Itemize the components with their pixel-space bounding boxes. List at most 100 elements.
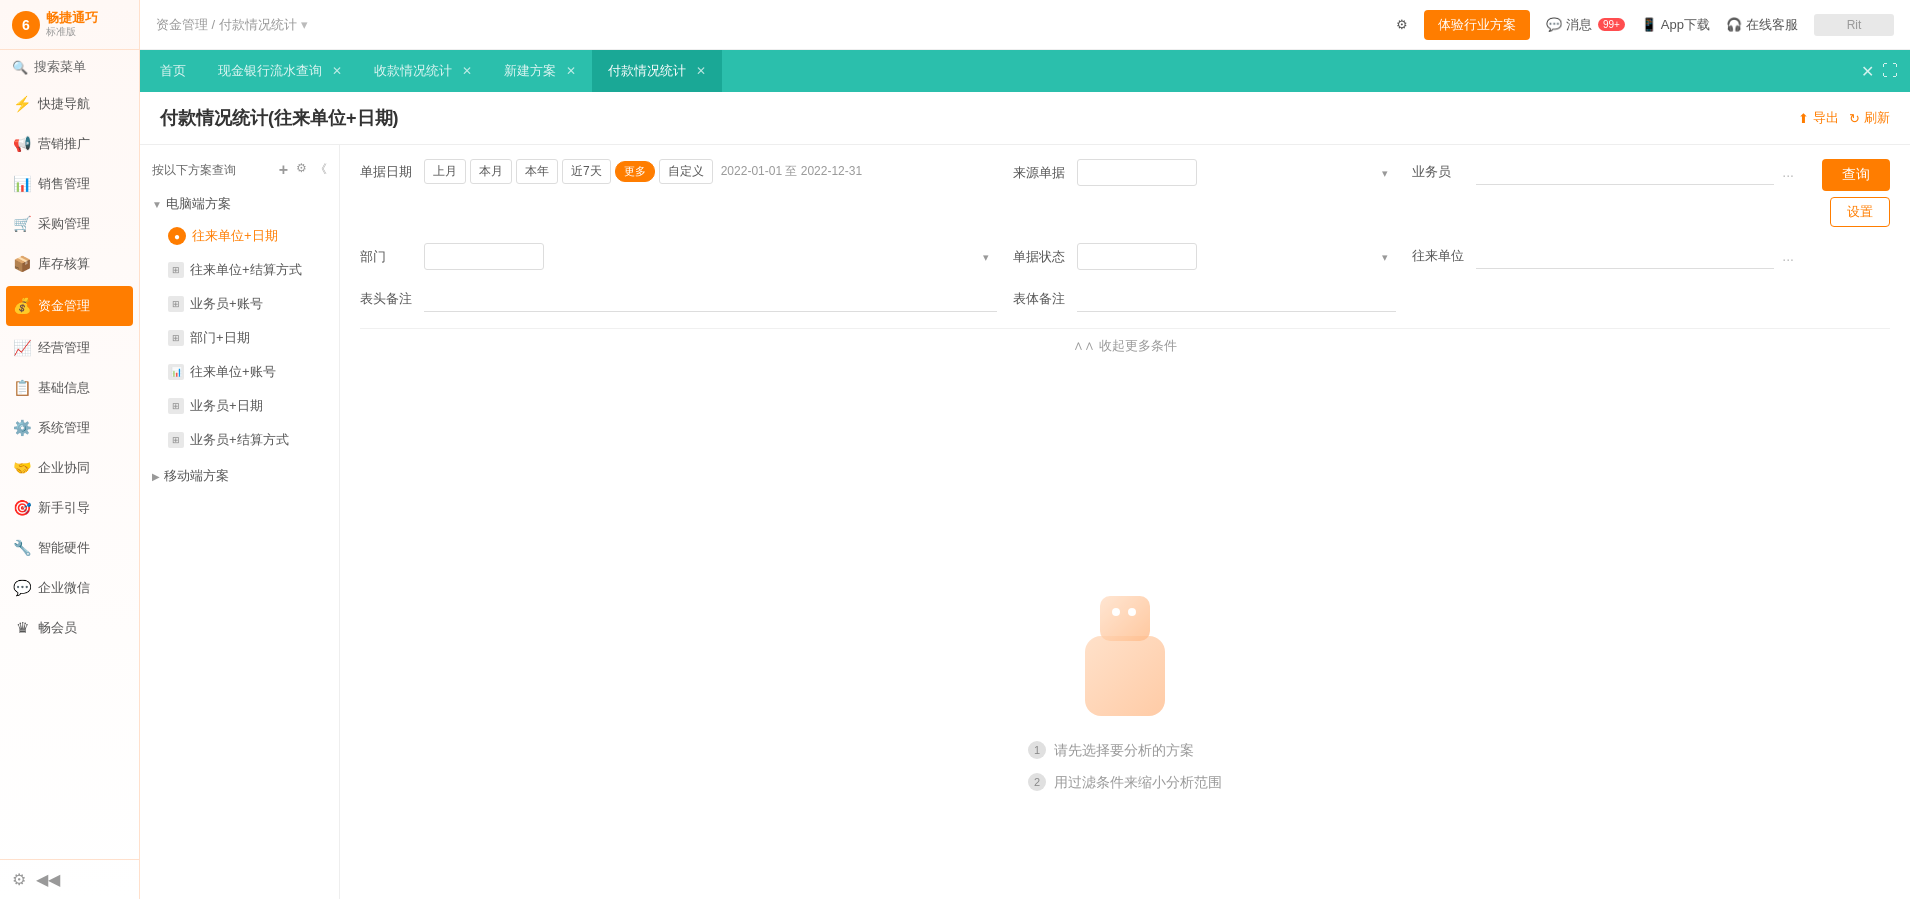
try-industry-btn[interactable]: 体验行业方案: [1424, 10, 1530, 40]
collapse-sidebar-btn[interactable]: ◀◀: [36, 870, 60, 889]
scheme-add-icon[interactable]: +: [279, 161, 288, 179]
tab-receipt-stats-close-icon[interactable]: ✕: [462, 64, 472, 78]
mobile-group-header[interactable]: ▶ 移动端方案: [140, 461, 339, 491]
robot-illustration: [1065, 596, 1185, 716]
dept-label: 部门: [360, 248, 416, 266]
counterpart-dots[interactable]: ...: [1782, 248, 1794, 264]
this-year-btn[interactable]: 本年: [516, 159, 558, 184]
marketing-icon: 📢: [12, 134, 32, 154]
filter-settings-btn[interactable]: 设置: [1830, 197, 1890, 227]
salesperson-dots[interactable]: ...: [1782, 164, 1794, 180]
sidebar-item-purchase[interactable]: 🛒 采购管理: [0, 204, 139, 244]
table-body-note-label: 表体备注: [1013, 290, 1069, 308]
scheme-item-dept-date[interactable]: ⊞ 部门+日期: [140, 321, 339, 355]
logo-badge: 标准版: [46, 25, 98, 39]
last-month-btn[interactable]: 上月: [424, 159, 466, 184]
scheme-item-sales-settle[interactable]: ⊞ 业务员+结算方式: [140, 423, 339, 457]
tabs-end: ✕ ⛶: [1861, 50, 1906, 92]
doc-status-select[interactable]: [1077, 243, 1197, 270]
filter-counterpart-item: 往来单位 ...: [1412, 243, 1794, 269]
sidebar-item-sales[interactable]: 📊 销售管理: [0, 164, 139, 204]
tab-payment-stats-close-icon[interactable]: ✕: [696, 64, 706, 78]
empty-tip-2: 2 用过滤条件来缩小分析范围: [1028, 768, 1222, 796]
sidebar-item-operation[interactable]: 📈 经营管理: [0, 328, 139, 368]
scheme-panel-icons: + ⚙ 《: [279, 161, 327, 179]
custom-btn[interactable]: 自定义: [659, 159, 713, 184]
avatar[interactable]: Rit: [1814, 14, 1894, 36]
scheme-settings-icon[interactable]: ⚙: [296, 161, 307, 179]
salesperson-input[interactable]: [1476, 159, 1775, 185]
scheme-item-sales-account[interactable]: ⊞ 业务员+账号: [140, 287, 339, 321]
collapse-more-btn[interactable]: ∧∧ 收起更多条件: [360, 328, 1890, 363]
tab-bank-flow-close-icon[interactable]: ✕: [332, 64, 342, 78]
sidebar-item-vip[interactable]: ♛ 畅会员: [0, 608, 139, 648]
tab-new-scheme-close-icon[interactable]: ✕: [566, 64, 576, 78]
export-label: 导出: [1813, 109, 1839, 127]
empty-tip-1-text: 请先选择要分析的方案: [1054, 736, 1194, 764]
sidebar-bottom: ⚙ ◀◀: [0, 859, 139, 899]
sidebar-item-marketing[interactable]: 📢 营销推广: [0, 124, 139, 164]
tab-home[interactable]: 首页: [144, 50, 202, 92]
topbar-settings-btn[interactable]: ⚙: [1396, 17, 1408, 32]
main-area: 资金管理 / 付款情况统计 ▾ ⚙ 体验行业方案 💬 消息 99+ 📱 App下…: [140, 0, 1910, 899]
sidebar-item-fund[interactable]: 💰 资金管理: [6, 286, 133, 326]
tabs-expand-icon[interactable]: ⛶: [1882, 62, 1898, 80]
counterpart-input[interactable]: [1476, 243, 1775, 269]
online-service-btn[interactable]: 🎧 在线客服: [1726, 16, 1798, 34]
logo-name: 畅捷通巧: [46, 10, 98, 26]
operation-label: 经营管理: [38, 339, 90, 357]
wechat-label: 企业微信: [38, 579, 90, 597]
scheme-item-sales-date[interactable]: ⊞ 业务员+日期: [140, 389, 339, 423]
page-header-actions: ⬆ 导出 ↻ 刷新: [1798, 109, 1890, 127]
export-icon: ⬆: [1798, 111, 1809, 126]
sidebar-item-base-info[interactable]: 📋 基础信息: [0, 368, 139, 408]
app-download-btn[interactable]: 📱 App下载: [1641, 16, 1710, 34]
search-menu-btn[interactable]: 🔍 搜索菜单: [0, 50, 139, 84]
empty-state: 1 请先选择要分析的方案 2 用过滤条件来缩小分析范围: [340, 496, 1910, 899]
tab-receipt-stats[interactable]: 收款情况统计 ✕: [358, 50, 488, 92]
robot-head: [1100, 596, 1150, 641]
sidebar-item-enterprise[interactable]: 🤝 企业协同: [0, 448, 139, 488]
mobile-scheme-group: ▶ 移动端方案: [140, 461, 339, 491]
tab-home-label: 首页: [160, 62, 186, 80]
scheme-collapse-icon[interactable]: 《: [315, 161, 327, 179]
table-head-note-input[interactable]: [424, 286, 997, 312]
sidebar-item-system[interactable]: ⚙️ 系统管理: [0, 408, 139, 448]
tab-payment-stats[interactable]: 付款情况统计 ✕: [592, 50, 722, 92]
settings-bottom-icon[interactable]: ⚙: [12, 870, 26, 889]
tab-bank-flow[interactable]: 现金银行流水查询 ✕: [202, 50, 358, 92]
system-icon: ⚙️: [12, 418, 32, 438]
logo-icon: 6: [12, 11, 40, 39]
filter-doc-status-item: 单据状态: [1013, 243, 1395, 270]
last-7-days-btn[interactable]: 近7天: [562, 159, 611, 184]
query-btn[interactable]: 查询: [1822, 159, 1890, 191]
search-menu-label: 搜索菜单: [34, 58, 86, 76]
sidebar-item-quick-nav[interactable]: ⚡ 快捷导航: [0, 84, 139, 124]
more-btn[interactable]: 更多: [615, 161, 655, 182]
refresh-btn[interactable]: ↻ 刷新: [1849, 109, 1890, 127]
pc-group-header[interactable]: ▼ 电脑端方案: [140, 189, 339, 219]
scheme-item-unit-account[interactable]: 📊 往来单位+账号: [140, 355, 339, 389]
wechat-icon: 💬: [12, 578, 32, 598]
scheme-item-unit-settle[interactable]: ⊞ 往来单位+结算方式: [140, 253, 339, 287]
dept-select-wrap: [424, 243, 997, 270]
salesperson-label: 业务员: [1412, 163, 1468, 181]
tab-new-scheme[interactable]: 新建方案 ✕: [488, 50, 592, 92]
scheme-item-dept-date-label: 部门+日期: [190, 329, 250, 347]
message-btn[interactable]: 💬 消息 99+: [1546, 16, 1625, 34]
refresh-icon: ↻: [1849, 111, 1860, 126]
table-body-note-input[interactable]: [1077, 286, 1395, 312]
this-month-btn[interactable]: 本月: [470, 159, 512, 184]
tabs-close-all-icon[interactable]: ✕: [1861, 62, 1874, 81]
sidebar-item-inventory[interactable]: 📦 库存核算: [0, 244, 139, 284]
sidebar-item-new-guide[interactable]: 🎯 新手引导: [0, 488, 139, 528]
scheme-item-unit-date[interactable]: ● 往来单位+日期: [140, 219, 339, 253]
dept-select[interactable]: [424, 243, 544, 270]
inventory-label: 库存核算: [38, 255, 90, 273]
source-select[interactable]: [1077, 159, 1197, 186]
sidebar-item-wechat[interactable]: 💬 企业微信: [0, 568, 139, 608]
sidebar-item-smart-hw[interactable]: 🔧 智能硬件: [0, 528, 139, 568]
filter-row-1: 单据日期 上月 本月 本年 近7天 更多 自定义 2022-01-01 至 20…: [360, 159, 1890, 227]
export-btn[interactable]: ⬆ 导出: [1798, 109, 1839, 127]
sales-account-icon: ⊞: [168, 296, 184, 312]
